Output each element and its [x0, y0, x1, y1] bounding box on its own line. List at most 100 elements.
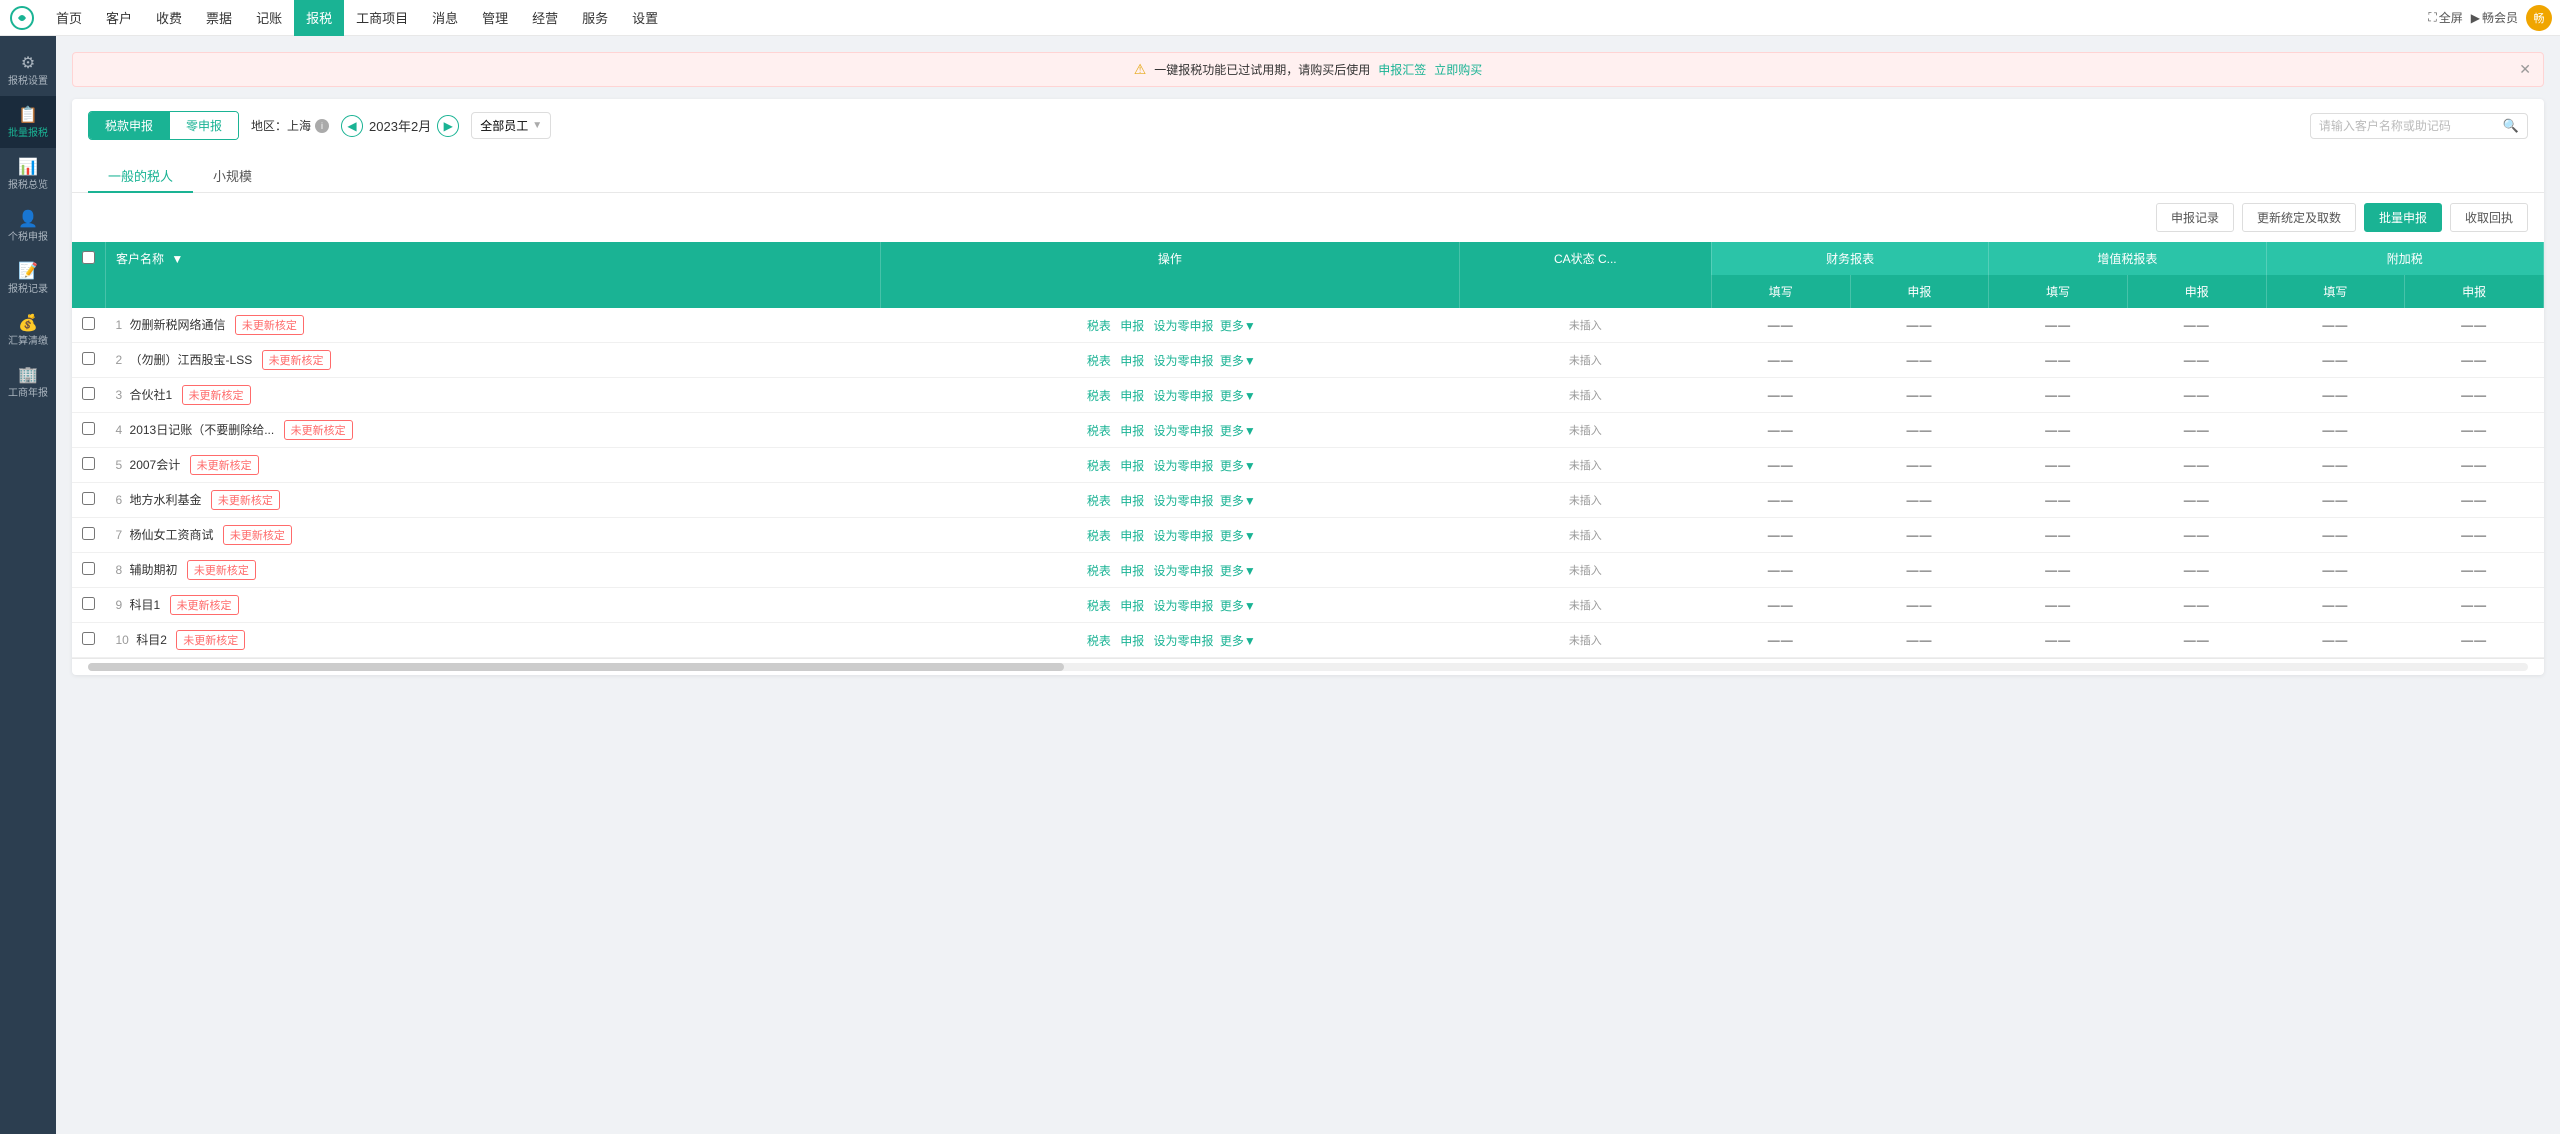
tab-btn-税款申报[interactable]: 税款申报: [89, 112, 169, 139]
tab-btn-零申报[interactable]: 零申报: [169, 112, 238, 139]
th-vat-additional: 附加税: [2266, 242, 2543, 275]
select-all-checkbox[interactable]: [82, 251, 95, 264]
more-link[interactable]: 更多▼: [1220, 599, 1256, 613]
vat-submit-cell: ——: [2405, 623, 2544, 658]
row-checkbox[interactable]: [82, 632, 95, 645]
submit-link[interactable]: 申报: [1120, 389, 1144, 403]
set-zero-link[interactable]: 设为零申报: [1154, 459, 1214, 473]
info-icon[interactable]: i: [315, 119, 329, 133]
row-checkbox[interactable]: [82, 387, 95, 400]
set-zero-link[interactable]: 设为零申报: [1154, 564, 1214, 578]
tax-form-link[interactable]: 税表: [1087, 494, 1111, 508]
fullscreen-button[interactable]: ⛶ 全屏: [2428, 9, 2462, 26]
tax-form-link[interactable]: 税表: [1087, 424, 1111, 438]
sub-tab-一般的税人[interactable]: 一般的税人: [88, 160, 193, 193]
submit-link[interactable]: 申报: [1120, 354, 1144, 368]
sidebar-item-报税记录[interactable]: 📝报税记录: [0, 252, 56, 304]
submit-link[interactable]: 申报: [1120, 599, 1144, 613]
update-collect-button[interactable]: 更新统定及取数: [2242, 203, 2356, 232]
nav-item-工商项目[interactable]: 工商项目: [344, 0, 420, 36]
finance-submit-cell: ——: [1850, 483, 1989, 518]
set-zero-link[interactable]: 设为零申报: [1154, 529, 1214, 543]
row-checkbox[interactable]: [82, 492, 95, 505]
staff-selector[interactable]: 全部员工 ▼: [471, 112, 551, 139]
row-checkbox[interactable]: [82, 352, 95, 365]
sidebar-item-批量报税[interactable]: 📋批量报税: [0, 96, 56, 148]
submit-link[interactable]: 申报: [1120, 634, 1144, 648]
more-link[interactable]: 更多▼: [1220, 424, 1256, 438]
sub-tab-小规模[interactable]: 小规模: [193, 160, 272, 193]
tax-form-link[interactable]: 税表: [1087, 634, 1111, 648]
upgrade-button[interactable]: ▶ 畅会员: [2471, 9, 2518, 26]
nav-item-经营[interactable]: 经营: [520, 0, 570, 36]
more-link[interactable]: 更多▼: [1220, 634, 1256, 648]
sidebar-item-汇算清缴[interactable]: 💰汇算清缴: [0, 304, 56, 356]
set-zero-link[interactable]: 设为零申报: [1154, 599, 1214, 613]
submit-link[interactable]: 申报: [1120, 564, 1144, 578]
tax-form-link[interactable]: 税表: [1087, 354, 1111, 368]
batch-submit-button[interactable]: 批量申报: [2364, 203, 2442, 232]
date-next-button[interactable]: ▶: [437, 115, 459, 137]
submit-link[interactable]: 申报: [1120, 459, 1144, 473]
more-link[interactable]: 更多▼: [1220, 529, 1256, 543]
more-link[interactable]: 更多▼: [1220, 319, 1256, 333]
submit-link[interactable]: 申报: [1120, 529, 1144, 543]
row-checkbox[interactable]: [82, 562, 95, 575]
submit-link[interactable]: 申报汇签: [1378, 61, 1426, 78]
nav-item-报税[interactable]: 报税: [294, 0, 344, 36]
row-checkbox[interactable]: [82, 422, 95, 435]
more-link[interactable]: 更多▼: [1220, 564, 1256, 578]
client-name: 合伙社1: [130, 388, 173, 402]
sidebar-item-工商年报[interactable]: 🏢工商年报: [0, 356, 56, 408]
scroll-bar[interactable]: [88, 663, 2528, 671]
more-link[interactable]: 更多▼: [1220, 459, 1256, 473]
nav-item-首页[interactable]: 首页: [44, 0, 94, 36]
table-row: 9 科目1 未更新核定 税表 申报 设为零申报 更多▼ 未插入 —— —— ——…: [72, 588, 2544, 623]
more-link[interactable]: 更多▼: [1220, 354, 1256, 368]
sidebar-item-报税总览[interactable]: 📊报税总览: [0, 148, 56, 200]
nav-item-设置[interactable]: 设置: [620, 0, 670, 36]
ca-status-value: 未插入: [1569, 495, 1602, 507]
set-zero-link[interactable]: 设为零申报: [1154, 389, 1214, 403]
submit-record-button[interactable]: 申报记录: [2156, 203, 2234, 232]
vat-fill-cell: ——: [2266, 553, 2405, 588]
nav-item-客户[interactable]: 客户: [94, 0, 144, 36]
finance-fill-cell: ——: [1711, 448, 1850, 483]
nav-item-服务[interactable]: 服务: [570, 0, 620, 36]
tax-form-link[interactable]: 税表: [1087, 389, 1111, 403]
avatar[interactable]: 畅: [2526, 5, 2552, 31]
buy-link[interactable]: 立即购买: [1434, 61, 1482, 78]
tax-form-link[interactable]: 税表: [1087, 319, 1111, 333]
set-zero-link[interactable]: 设为零申报: [1154, 319, 1214, 333]
submit-link[interactable]: 申报: [1120, 319, 1144, 333]
more-link[interactable]: 更多▼: [1220, 494, 1256, 508]
set-zero-link[interactable]: 设为零申报: [1154, 424, 1214, 438]
sidebar-item-报税设置[interactable]: ⚙报税设置: [0, 44, 56, 96]
nav-item-管理[interactable]: 管理: [470, 0, 520, 36]
nav-item-收费[interactable]: 收费: [144, 0, 194, 36]
sort-icon[interactable]: ▼: [171, 252, 183, 266]
more-link[interactable]: 更多▼: [1220, 389, 1256, 403]
row-checkbox[interactable]: [82, 527, 95, 540]
submit-link[interactable]: 申报: [1120, 424, 1144, 438]
sidebar-item-个税申报[interactable]: 👤个税申报: [0, 200, 56, 252]
row-checkbox[interactable]: [82, 317, 95, 330]
tax-form-link[interactable]: 税表: [1087, 459, 1111, 473]
submit-link[interactable]: 申报: [1120, 494, 1144, 508]
retrieve-button[interactable]: 收取回执: [2450, 203, 2528, 232]
set-zero-link[interactable]: 设为零申报: [1154, 354, 1214, 368]
nav-item-记账[interactable]: 记账: [244, 0, 294, 36]
nav-item-票据[interactable]: 票据: [194, 0, 244, 36]
tax-form-link[interactable]: 税表: [1087, 564, 1111, 578]
set-zero-link[interactable]: 设为零申报: [1154, 634, 1214, 648]
row-checkbox[interactable]: [82, 597, 95, 610]
tax-form-link[interactable]: 税表: [1087, 529, 1111, 543]
search-input[interactable]: [2319, 119, 2499, 133]
nav-item-消息[interactable]: 消息: [420, 0, 470, 36]
set-zero-link[interactable]: 设为零申报: [1154, 494, 1214, 508]
row-checkbox[interactable]: [82, 457, 95, 470]
banner-close-button[interactable]: ✕: [2519, 61, 2531, 78]
search-icon[interactable]: 🔍: [2503, 118, 2519, 134]
tax-form-link[interactable]: 税表: [1087, 599, 1111, 613]
date-prev-button[interactable]: ◀: [341, 115, 363, 137]
